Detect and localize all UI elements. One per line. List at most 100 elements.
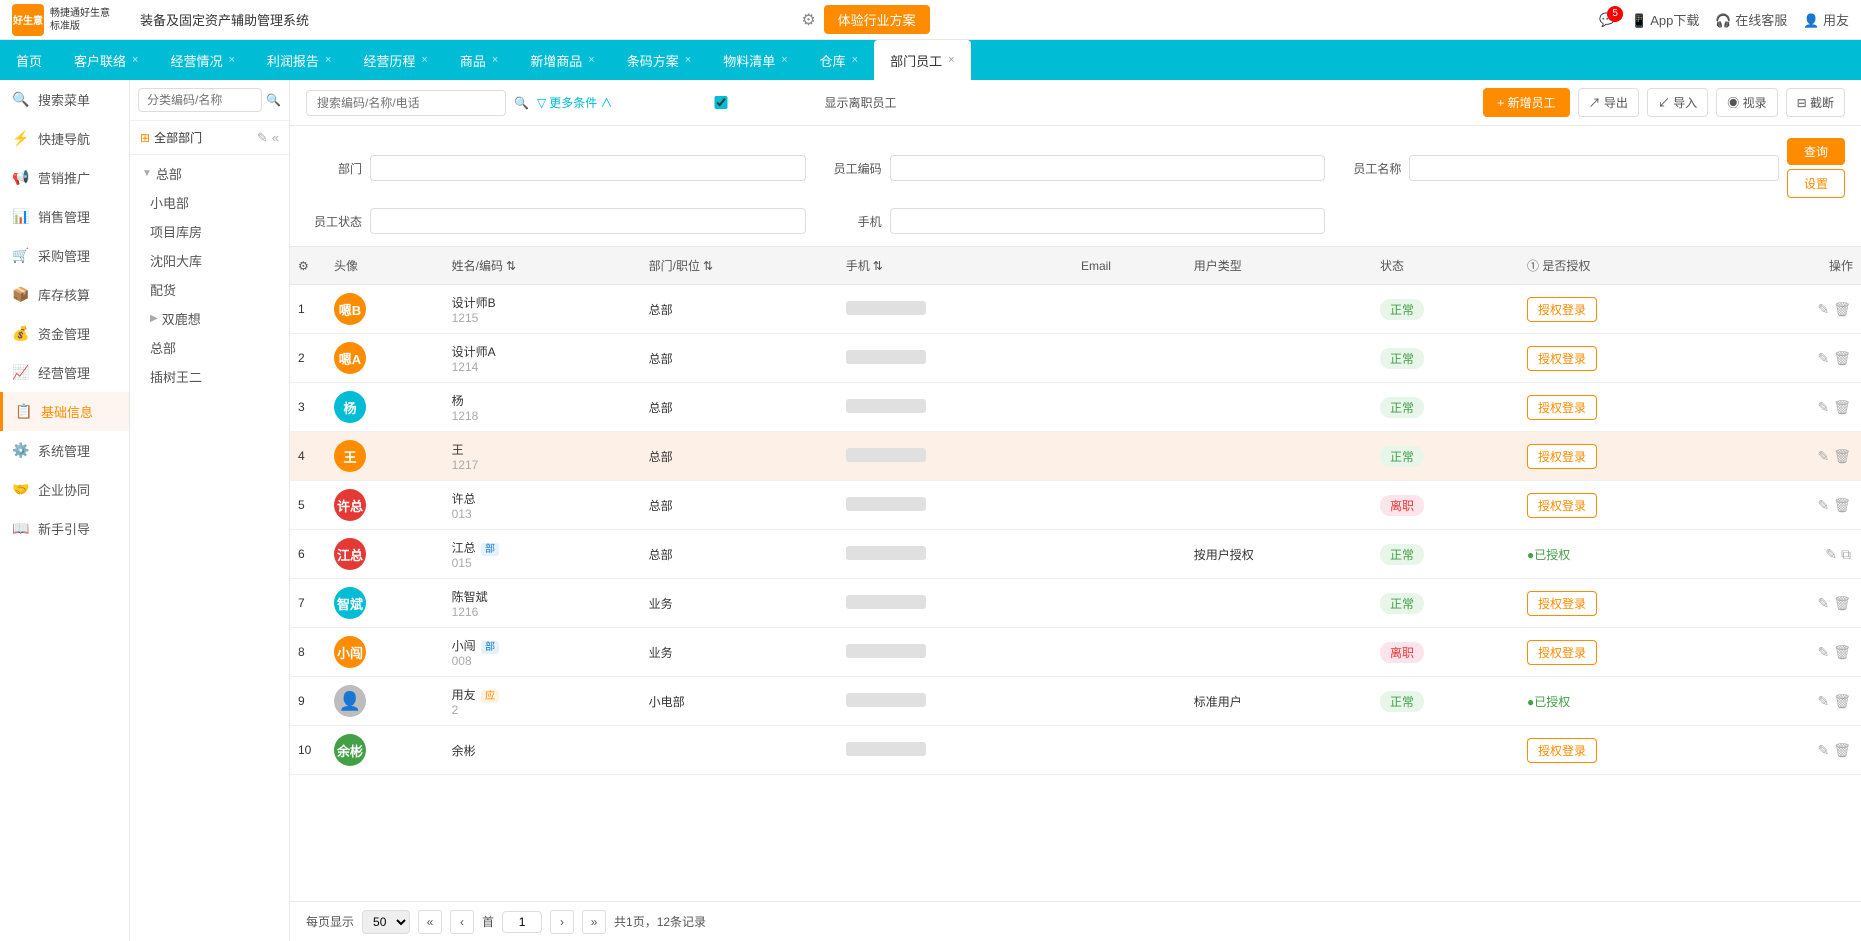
sidebar-item-shortcut[interactable]: ⚡ 快捷导航 bbox=[0, 119, 129, 158]
export-button[interactable]: ↗ 导出 bbox=[1578, 88, 1639, 117]
view-button[interactable]: ◉ 视录 bbox=[1716, 88, 1777, 117]
copy-btn-6[interactable]: ⧉ bbox=[1841, 546, 1851, 562]
edit-btn-7[interactable]: ✎ bbox=[1817, 595, 1829, 611]
delete-btn-9[interactable]: 🗑 bbox=[1833, 693, 1851, 709]
emp-name-input[interactable] bbox=[1409, 155, 1779, 181]
print-button[interactable]: ⊟ 截断 bbox=[1786, 88, 1845, 117]
th-name[interactable]: 姓名/编码 ⇅ bbox=[444, 247, 641, 285]
tab-home[interactable]: 首页 bbox=[0, 40, 58, 80]
tab-history[interactable]: 经营历程 × bbox=[347, 40, 443, 80]
dept-edit-icon[interactable]: ✎ bbox=[257, 130, 268, 146]
delete-btn-3[interactable]: 🗑 bbox=[1833, 399, 1851, 415]
tab-materials[interactable]: 物料清单 × bbox=[707, 40, 803, 80]
dept-search-icon[interactable]: 🔍 bbox=[266, 93, 281, 107]
auth-btn-5[interactable]: 授权登录 bbox=[1527, 493, 1597, 518]
row-name-5: 许总013 bbox=[444, 481, 641, 530]
per-page-select[interactable]: 50 bbox=[362, 910, 410, 934]
tab-profit[interactable]: 利润报告 × bbox=[251, 40, 347, 80]
dept-collapse-icon[interactable]: « bbox=[272, 130, 279, 146]
sidebar-item-inventory[interactable]: 📦 库存核算 bbox=[0, 275, 129, 314]
query-button[interactable]: 查询 bbox=[1787, 138, 1845, 165]
sidebar-item-collab[interactable]: 🤝 企业协同 bbox=[0, 470, 129, 509]
app-download-link[interactable]: 📱 App下载 bbox=[1631, 10, 1699, 29]
dept-node-zongbu-parent[interactable]: ▼ 总部 bbox=[130, 159, 289, 188]
message-icon-wrap[interactable]: 💬 5 bbox=[1599, 12, 1615, 28]
dept-node-peihuo[interactable]: 配货 bbox=[130, 275, 289, 304]
dept-search-input[interactable] bbox=[138, 88, 262, 112]
edit-btn-2[interactable]: ✎ bbox=[1817, 350, 1829, 366]
tab-warehouse[interactable]: 仓库 × bbox=[804, 40, 874, 80]
show-resigned-label: 显示离职员工 bbox=[825, 94, 897, 111]
add-employee-button[interactable]: + 新增员工 bbox=[1483, 88, 1569, 117]
dept-all-label: 全部部门 bbox=[154, 129, 202, 146]
row-status-1: 正常 bbox=[1372, 285, 1519, 334]
tab-goods[interactable]: 商品 × bbox=[444, 40, 514, 80]
edit-btn-10[interactable]: ✎ bbox=[1817, 742, 1829, 758]
tab-operation[interactable]: 经营情况 × bbox=[154, 40, 250, 80]
user-avatar[interactable]: 👤 用友 bbox=[1803, 10, 1849, 29]
auth-btn-2[interactable]: 授权登录 bbox=[1527, 346, 1597, 371]
auth-btn-8[interactable]: 授权登录 bbox=[1527, 640, 1597, 665]
dept-node-shuanglu[interactable]: ▶ 双鹿想 bbox=[130, 304, 289, 333]
sidebar-item-system[interactable]: ⚙️ 系统管理 bbox=[0, 431, 129, 470]
emp-code-input[interactable] bbox=[890, 155, 1326, 181]
tab-new-goods[interactable]: 新增商品 × bbox=[514, 40, 610, 80]
sidebar-item-sales[interactable]: 📊 销售管理 bbox=[0, 197, 129, 236]
tab-department[interactable]: 部门员工 × bbox=[874, 40, 970, 80]
first-page-btn[interactable]: « bbox=[418, 910, 442, 934]
sidebar-item-finance[interactable]: 💰 资金管理 bbox=[0, 314, 129, 353]
delete-btn-1[interactable]: 🗑 bbox=[1833, 301, 1851, 317]
sidebar-item-ops[interactable]: 📈 经营管理 bbox=[0, 353, 129, 392]
sidebar-item-guide[interactable]: 📖 新手引导 bbox=[0, 509, 129, 548]
auth-btn-4[interactable]: 授权登录 bbox=[1527, 444, 1597, 469]
delete-btn-5[interactable]: 🗑 bbox=[1833, 497, 1851, 513]
th-phone[interactable]: 手机 ⇅ bbox=[838, 247, 1073, 285]
prev-page-btn[interactable]: ‹ bbox=[450, 910, 474, 934]
more-conditions-link[interactable]: ▽ 更多条件 ∧ bbox=[537, 94, 613, 111]
trial-button[interactable]: 体验行业方案 bbox=[824, 5, 930, 34]
th-dept[interactable]: 部门/职位 ⇅ bbox=[641, 247, 838, 285]
dept-node-xiaodiande[interactable]: 小电部 bbox=[130, 188, 289, 217]
edit-btn-3[interactable]: ✎ bbox=[1817, 399, 1829, 415]
dept-node-chashuwang[interactable]: 插树王二 bbox=[130, 362, 289, 391]
auth-btn-10[interactable]: 授权登录 bbox=[1527, 738, 1597, 763]
phone-input[interactable] bbox=[890, 208, 1326, 234]
set-button[interactable]: 设置 bbox=[1787, 169, 1845, 198]
edit-btn-4[interactable]: ✎ bbox=[1817, 448, 1829, 464]
auth-btn-7[interactable]: 授权登录 bbox=[1527, 591, 1597, 616]
sidebar-item-search[interactable]: 🔍 搜索菜单 bbox=[0, 80, 129, 119]
edit-btn-9[interactable]: ✎ bbox=[1817, 693, 1829, 709]
online-service-link[interactable]: 🎧 在线客服 bbox=[1715, 10, 1787, 29]
last-page-btn[interactable]: » bbox=[582, 910, 606, 934]
edit-btn-5[interactable]: ✎ bbox=[1817, 497, 1829, 513]
tab-customer[interactable]: 客户联络 × bbox=[58, 40, 154, 80]
th-settings[interactable]: ⚙ bbox=[290, 247, 326, 285]
dept-node-project[interactable]: 项目库房 bbox=[130, 217, 289, 246]
import-button[interactable]: ↙ 导入 bbox=[1647, 88, 1708, 117]
show-resigned-checkbox-wrap[interactable]: 显示离职员工 bbox=[621, 94, 897, 111]
show-resigned-checkbox[interactable] bbox=[621, 96, 821, 109]
sidebar-item-basic[interactable]: 📋 基础信息 bbox=[0, 392, 129, 431]
dept-filter-select[interactable] bbox=[370, 155, 806, 181]
tab-barcode[interactable]: 条码方案 × bbox=[611, 40, 707, 80]
delete-btn-10[interactable]: 🗑 bbox=[1833, 742, 1851, 758]
dept-node-zongbu[interactable]: 总部 bbox=[130, 333, 289, 362]
edit-btn-8[interactable]: ✎ bbox=[1817, 644, 1829, 660]
dept-node-shenyang[interactable]: 沈阳大库 bbox=[130, 246, 289, 275]
page-input[interactable] bbox=[502, 911, 542, 933]
search-icon-btn[interactable]: 🔍 bbox=[514, 96, 529, 110]
search-input[interactable] bbox=[306, 90, 506, 116]
next-page-btn[interactable]: › bbox=[550, 910, 574, 934]
sidebar-item-marketing[interactable]: 📢 营销推广 bbox=[0, 158, 129, 197]
edit-btn-6[interactable]: ✎ bbox=[1825, 546, 1837, 562]
gear-icon[interactable]: ⚙ bbox=[801, 10, 815, 30]
delete-btn-4[interactable]: 🗑 bbox=[1833, 448, 1851, 464]
sidebar-item-purchase[interactable]: 🛒 采购管理 bbox=[0, 236, 129, 275]
edit-btn-1[interactable]: ✎ bbox=[1817, 301, 1829, 317]
auth-btn-1[interactable]: 授权登录 bbox=[1527, 297, 1597, 322]
emp-status-select[interactable] bbox=[370, 208, 806, 234]
delete-btn-7[interactable]: 🗑 bbox=[1833, 595, 1851, 611]
delete-btn-2[interactable]: 🗑 bbox=[1833, 350, 1851, 366]
delete-btn-8[interactable]: 🗑 bbox=[1833, 644, 1851, 660]
auth-btn-3[interactable]: 授权登录 bbox=[1527, 395, 1597, 420]
